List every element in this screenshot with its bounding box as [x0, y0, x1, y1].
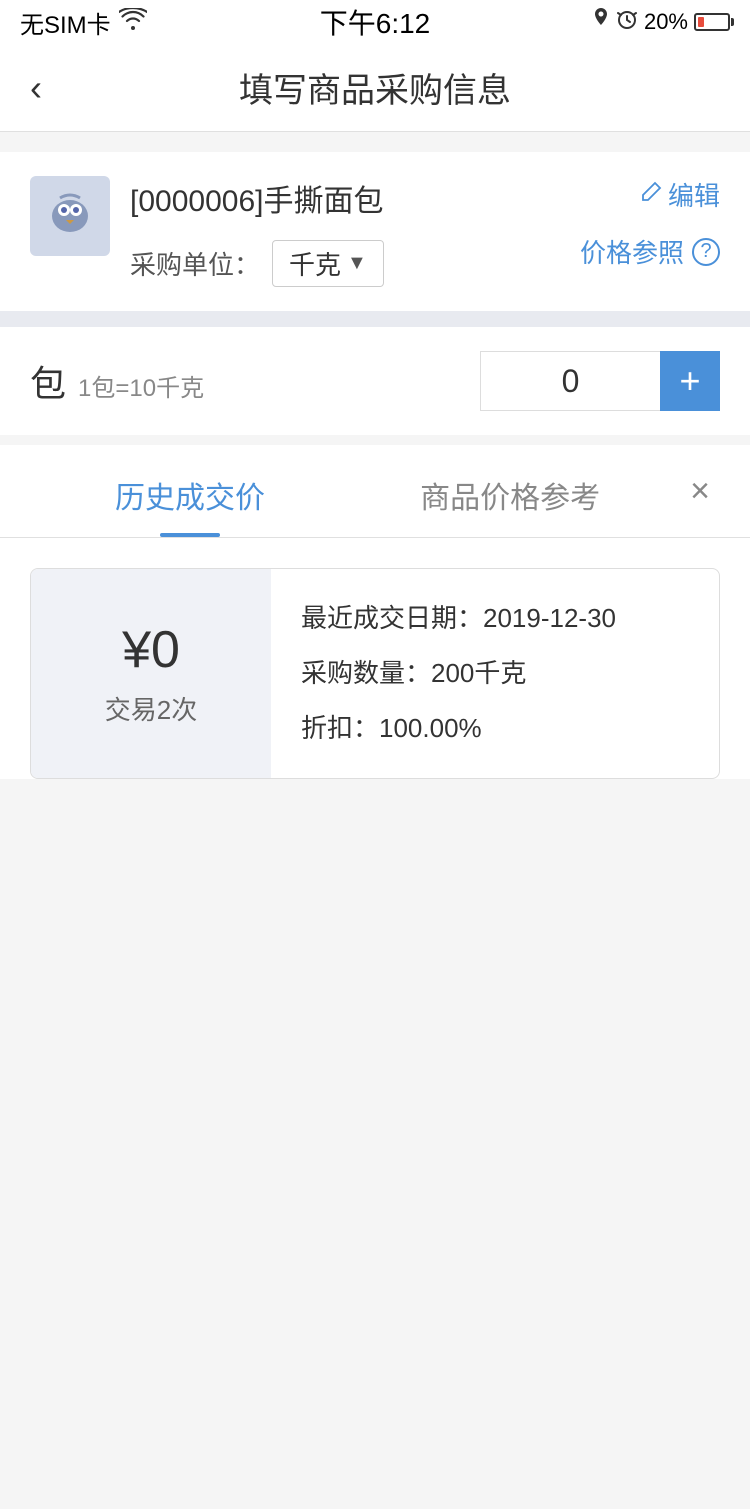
purchase-qty-label: 采购数量：	[301, 658, 431, 688]
purchase-qty-value: 200千克	[431, 658, 526, 688]
price-ref-info-icon: ?	[692, 238, 720, 266]
main-content	[0, 809, 750, 1509]
edit-label: 编辑	[668, 176, 720, 213]
carrier-text: 无SIM卡	[20, 5, 111, 40]
transaction-left: ¥0 交易2次	[31, 569, 271, 778]
status-bar: 无SIM卡 下午6:12 20%	[0, 0, 750, 44]
edit-button[interactable]: 编辑	[640, 176, 720, 213]
unit-label: 采购单位：	[130, 245, 260, 282]
transaction-qty-row: 采购数量：200千克	[301, 654, 689, 693]
product-image	[30, 176, 110, 256]
tab-history-price[interactable]: 历史成交价	[30, 445, 350, 537]
edit-icon	[640, 179, 662, 210]
product-info: [0000006]手撕面包 采购单位： 千克 ▼	[130, 176, 384, 287]
tabs-header: 历史成交价 商品价格参考 ×	[0, 445, 750, 538]
quantity-row: 包 1包=10千克 +	[0, 327, 750, 435]
alarm-icon	[616, 8, 638, 36]
transaction-discount-row: 折扣：100.00%	[301, 709, 689, 748]
quantity-unit-name: 包	[30, 355, 66, 407]
nav-bar: ‹ 填写商品采购信息	[0, 44, 750, 132]
gps-icon	[592, 8, 610, 36]
quantity-left: 包 1包=10千克	[30, 355, 204, 407]
discount-label: 折扣：	[301, 713, 379, 743]
tab-price-ref[interactable]: 商品价格参考	[350, 445, 670, 537]
product-logo-icon	[42, 184, 98, 249]
status-right: 20%	[592, 8, 730, 36]
recent-date-value: 2019-12-30	[483, 603, 616, 633]
transaction-price: ¥0	[122, 620, 180, 680]
product-card: [0000006]手撕面包 采购单位： 千克 ▼ 编辑	[0, 152, 750, 311]
product-unit-row: 采购单位： 千克 ▼	[130, 240, 384, 287]
divider-strip	[0, 311, 750, 327]
battery-icon	[694, 13, 730, 31]
quantity-right: +	[480, 351, 720, 411]
wifi-icon	[119, 8, 147, 37]
battery-percent: 20%	[644, 9, 688, 35]
quantity-conversion: 1包=10千克	[78, 368, 204, 403]
page-title: 填写商品采购信息	[239, 63, 511, 112]
transaction-right: 最近成交日期：2019-12-30 采购数量：200千克 折扣：100.00%	[271, 569, 719, 778]
quantity-plus-button[interactable]: +	[660, 351, 720, 411]
status-time: 下午6:12	[320, 2, 431, 42]
recent-date-label: 最近成交日期：	[301, 603, 483, 633]
transaction-date-row: 最近成交日期：2019-12-30	[301, 599, 689, 638]
status-left: 无SIM卡	[20, 5, 147, 40]
transaction-card: ¥0 交易2次 最近成交日期：2019-12-30 采购数量：200千克 折扣：…	[30, 568, 720, 779]
back-button[interactable]: ‹	[30, 70, 42, 106]
transaction-count: 交易2次	[105, 690, 197, 727]
unit-select[interactable]: 千克 ▼	[272, 240, 384, 287]
tabs-close-button[interactable]: ×	[680, 462, 720, 521]
product-name: [0000006]手撕面包	[130, 176, 384, 220]
unit-dropdown-icon: ▼	[347, 252, 367, 275]
discount-value: 100.00%	[379, 713, 482, 743]
quantity-input[interactable]	[480, 351, 660, 411]
price-ref-label: 价格参照	[580, 233, 684, 270]
price-ref-button[interactable]: 价格参照 ?	[580, 233, 720, 270]
unit-value: 千克	[289, 245, 341, 282]
tabs-panel: 历史成交价 商品价格参考 × ¥0 交易2次 最近成交日期：2019-12-30…	[0, 445, 750, 779]
